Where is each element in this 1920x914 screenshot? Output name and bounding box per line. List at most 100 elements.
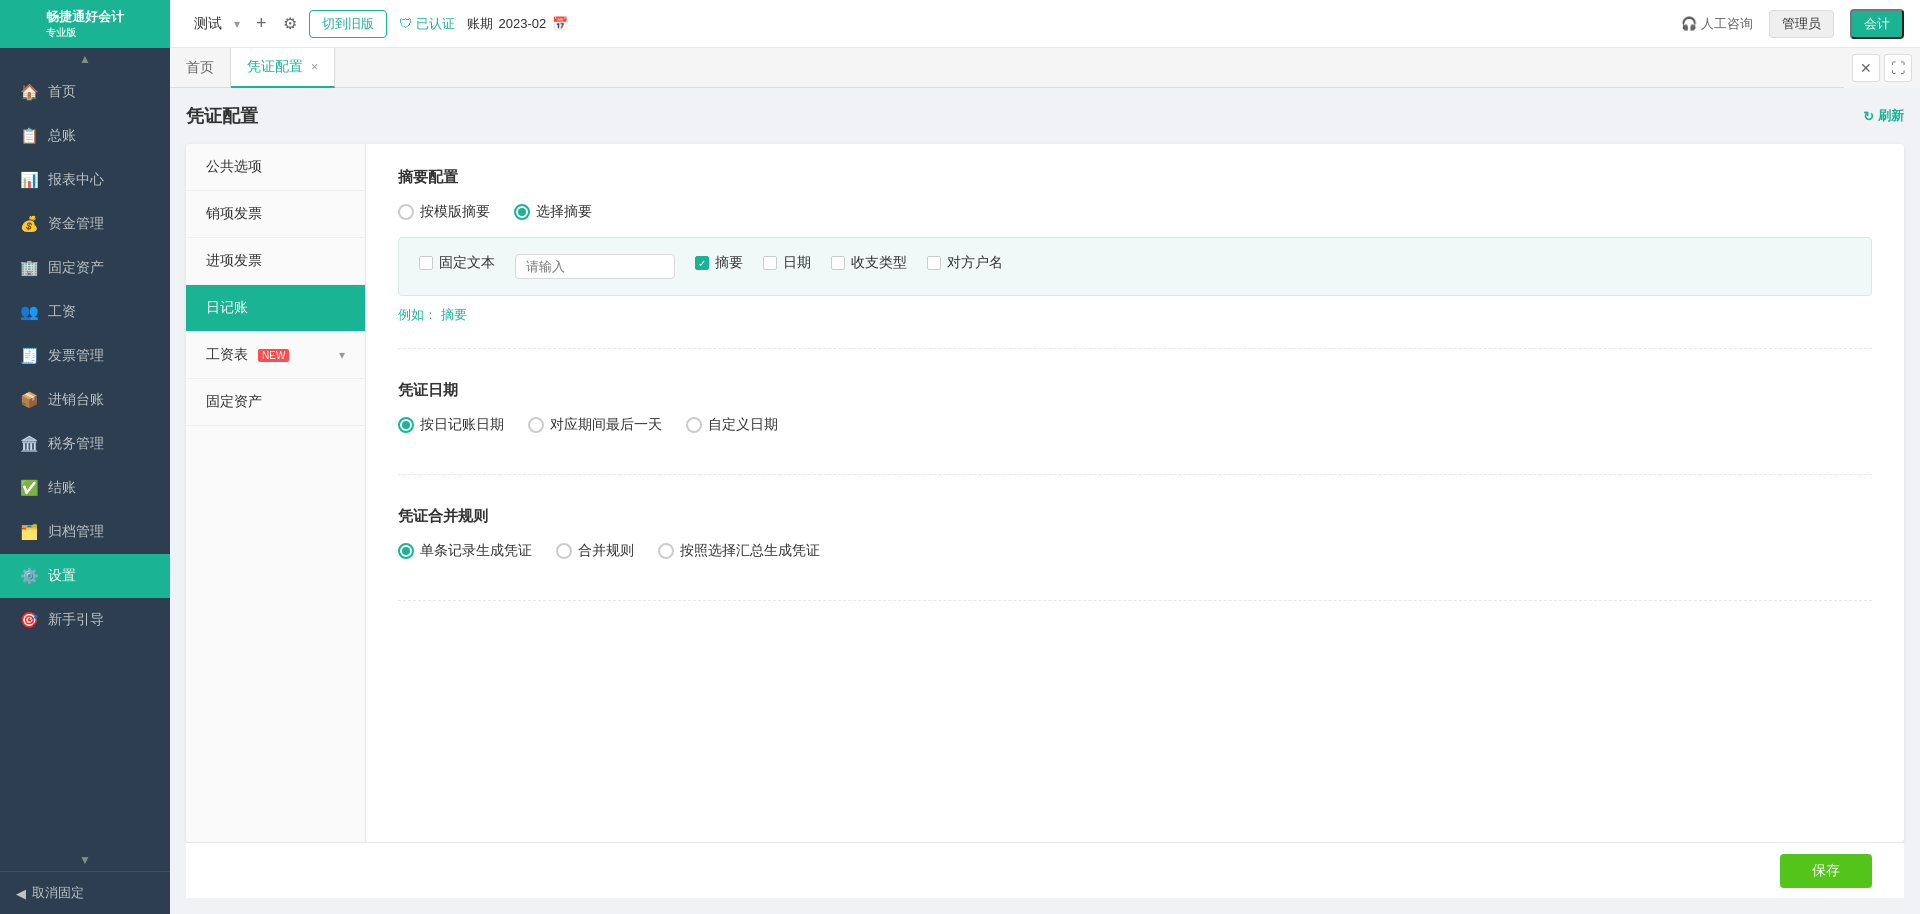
project-name: 测试 — [194, 15, 222, 33]
expand-tab-button[interactable]: ⛶ — [1884, 54, 1912, 82]
logo-line2: 专业版 — [46, 26, 124, 40]
sidebar-item-salary[interactable]: 👥 工资 — [0, 290, 170, 334]
save-button[interactable]: 保存 — [1780, 854, 1872, 888]
checkbox-fixed-text[interactable]: 固定文本 — [419, 254, 495, 272]
sidebar-item-report-center[interactable]: 📊 报表中心 — [0, 158, 170, 202]
radio-select-summary[interactable]: 选择摘要 — [514, 203, 592, 221]
tax-icon: 🏛️ — [20, 435, 38, 453]
sidebar-label-fixed-assets: 固定资产 — [48, 259, 104, 277]
calendar-icon[interactable]: 📅 — [552, 16, 568, 31]
summary-radio-group: 按模版摘要 选择摘要 — [398, 203, 1872, 221]
sidebar-label-salary: 工资 — [48, 303, 76, 321]
switch-old-version-button[interactable]: 切到旧版 — [309, 10, 387, 38]
config-nav-journal-label: 日记账 — [206, 299, 248, 317]
sidebar-label-invoice-management: 发票管理 — [48, 347, 104, 365]
checkbox-fixed-text-box — [419, 256, 433, 270]
cancel-fixed-button[interactable]: ◀ 取消固定 — [0, 871, 170, 914]
refresh-icon: ↻ — [1863, 109, 1874, 124]
scroll-down-arrow[interactable]: ▼ — [0, 849, 170, 871]
refresh-button[interactable]: ↻ 刷新 — [1863, 107, 1904, 125]
admin-button[interactable]: 管理员 — [1769, 10, 1834, 38]
radio-template-summary[interactable]: 按模版摘要 — [398, 203, 490, 221]
config-nav-salary-table[interactable]: 工资表 NEW ▾ — [186, 332, 365, 379]
fixed-text-input[interactable] — [515, 254, 675, 279]
summary-config-title: 摘要配置 — [398, 168, 1872, 187]
sidebar: ▲ 🏠 首页 📋 总账 📊 报表中心 💰 资金管理 🏢 固定资产 — [0, 48, 170, 914]
voucher-date-title: 凭证日期 — [398, 381, 1872, 400]
radio-journal-date-circle — [398, 417, 414, 433]
sidebar-label-settlement: 结账 — [48, 479, 76, 497]
config-nav-sales-invoice[interactable]: 销项发票 — [186, 191, 365, 238]
voucher-date-section: 凭证日期 按日记账日期 对应期间最后一天 — [398, 381, 1872, 475]
tab-voucher-config[interactable]: 凭证配置 × — [231, 48, 335, 88]
consult-button[interactable]: 🎧 人工咨询 — [1681, 15, 1753, 33]
gear-icon[interactable]: ⚙ — [283, 14, 297, 33]
checkbox-counterpart-name[interactable]: 对方户名 — [927, 254, 1003, 272]
voucher-merge-radio-group: 单条记录生成凭证 合并规则 按照选择汇总生成凭证 — [398, 542, 1872, 560]
sidebar-item-fund-management[interactable]: 💰 资金管理 — [0, 202, 170, 246]
config-nav-salary-table-label: 工资表 — [206, 346, 248, 364]
checkbox-fixed-text-label: 固定文本 — [439, 254, 495, 272]
tab-close-icon[interactable]: × — [311, 60, 318, 74]
radio-journal-date[interactable]: 按日记账日期 — [398, 416, 504, 434]
sidebar-item-settings[interactable]: ⚙️ 设置 — [0, 554, 170, 598]
report-icon: 📊 — [20, 171, 38, 189]
tab-home-label: 首页 — [186, 59, 214, 77]
certified-badge: 🛡 已认证 — [399, 15, 455, 33]
guide-icon: 🎯 — [20, 611, 38, 629]
voucher-merge-title: 凭证合并规则 — [398, 507, 1872, 526]
radio-custom-date-circle — [686, 417, 702, 433]
cancel-fixed-label: 取消固定 — [32, 884, 84, 902]
sidebar-item-settlement[interactable]: ✅ 结账 — [0, 466, 170, 510]
radio-single-voucher[interactable]: 单条记录生成凭证 — [398, 542, 532, 560]
period-label: 账期 — [467, 15, 493, 33]
checkbox-summary-box: ✓ — [695, 256, 709, 270]
sidebar-label-settings: 设置 — [48, 567, 76, 585]
checkbox-summary[interactable]: ✓ 摘要 — [695, 254, 743, 272]
scroll-up-arrow[interactable]: ▲ — [0, 48, 170, 70]
config-nav-fixed-assets[interactable]: 固定资产 — [186, 379, 365, 426]
ledger-icon: 📋 — [20, 127, 38, 145]
sidebar-item-home[interactable]: 🏠 首页 — [0, 70, 170, 114]
sidebar-item-invoice-management[interactable]: 🧾 发票管理 — [0, 334, 170, 378]
sidebar-item-purchase-sales[interactable]: 📦 进销台账 — [0, 378, 170, 422]
checkbox-date[interactable]: 日期 — [763, 254, 811, 272]
tab-home[interactable]: 首页 — [170, 48, 231, 88]
radio-custom-date[interactable]: 自定义日期 — [686, 416, 778, 434]
radio-template-label: 按模版摘要 — [420, 203, 490, 221]
radio-merge-rule[interactable]: 合并规则 — [556, 542, 634, 560]
radio-select-summary-generate[interactable]: 按照选择汇总生成凭证 — [658, 542, 820, 560]
radio-single-voucher-circle — [398, 543, 414, 559]
checkbox-income-expense-type[interactable]: 收支类型 — [831, 254, 907, 272]
radio-period-last-day[interactable]: 对应期间最后一天 — [528, 416, 662, 434]
sidebar-item-tax-management[interactable]: 🏛️ 税务管理 — [0, 422, 170, 466]
sidebar-item-archive[interactable]: 🗂️ 归档管理 — [0, 510, 170, 554]
sidebar-label-home: 首页 — [48, 83, 76, 101]
config-nav-public-options-label: 公共选项 — [206, 158, 262, 176]
accountant-button[interactable]: 会计 — [1850, 9, 1904, 39]
checkbox-counterpart-label: 对方户名 — [947, 254, 1003, 272]
close-tab-button[interactable]: ✕ — [1852, 54, 1880, 82]
settings-icon: ⚙️ — [20, 567, 38, 585]
purchase-sales-icon: 📦 — [20, 391, 38, 409]
sidebar-label-tax-management: 税务管理 — [48, 435, 104, 453]
sidebar-item-general-ledger[interactable]: 📋 总账 — [0, 114, 170, 158]
sidebar-label-fund-management: 资金管理 — [48, 215, 104, 233]
radio-period-last-day-label: 对应期间最后一天 — [550, 416, 662, 434]
radio-select-label: 选择摘要 — [536, 203, 592, 221]
chevron-down-icon[interactable]: ▾ — [234, 17, 240, 31]
sidebar-label-beginner-guide: 新手引导 — [48, 611, 104, 629]
header-right: 🎧 人工咨询 管理员 会计 — [1681, 9, 1904, 39]
sidebar-item-beginner-guide[interactable]: 🎯 新手引导 — [0, 598, 170, 642]
add-icon[interactable]: + — [256, 13, 267, 34]
config-nav-public-options[interactable]: 公共选项 — [186, 144, 365, 191]
checkbox-date-box — [763, 256, 777, 270]
sidebar-item-fixed-assets[interactable]: 🏢 固定资产 — [0, 246, 170, 290]
content-area: 首页 凭证配置 × ✕ ⛶ 凭证配置 ↻ 刷新 — [170, 48, 1920, 914]
period-info: 账期 2023-02 📅 — [467, 15, 569, 33]
pin-icon: ◀ — [16, 886, 26, 901]
config-nav-purchase-invoice[interactable]: 进项发票 — [186, 238, 365, 285]
config-nav-journal[interactable]: 日记账 — [186, 285, 365, 332]
sidebar-label-general-ledger: 总账 — [48, 127, 76, 145]
page-content: 凭证配置 ↻ 刷新 公共选项 销项发票 进项发票 — [170, 88, 1920, 914]
